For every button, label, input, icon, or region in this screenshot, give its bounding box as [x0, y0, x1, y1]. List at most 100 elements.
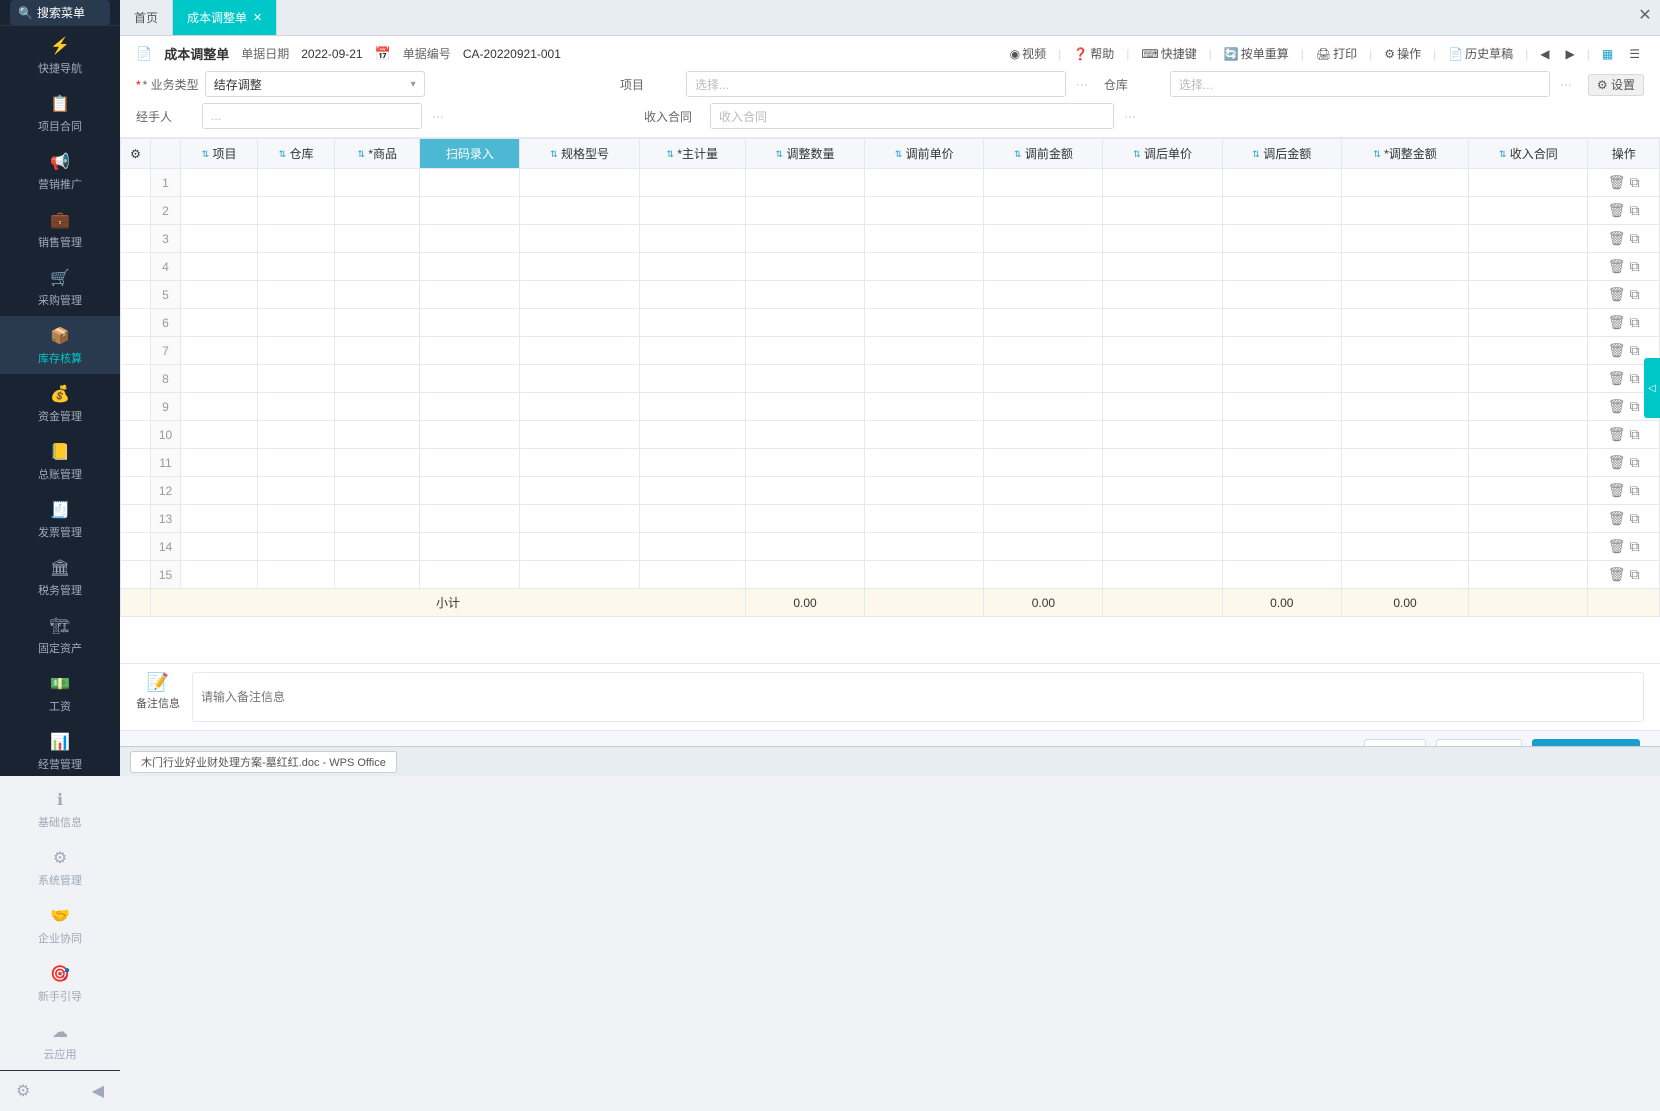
- row-adj-qty-cell[interactable]: [745, 561, 864, 589]
- sidebar-item-6[interactable]: 💰资金管理: [0, 374, 120, 432]
- row-prev-amount-cell[interactable]: [984, 309, 1103, 337]
- row-product-cell[interactable]: [335, 169, 420, 197]
- row-project-cell[interactable]: [181, 449, 258, 477]
- row-prev-unit-price-cell[interactable]: [865, 309, 984, 337]
- row-project-cell[interactable]: [181, 393, 258, 421]
- row-copy-icon[interactable]: ⧉: [1630, 230, 1640, 247]
- row-after-unit-price-cell[interactable]: [1103, 309, 1222, 337]
- action-recalc[interactable]: 🔄 按单重算: [1220, 45, 1293, 62]
- row-copy-icon[interactable]: ⧉: [1630, 454, 1640, 471]
- row-warehouse-cell[interactable]: [258, 225, 335, 253]
- row-after-amount-cell[interactable]: [1222, 365, 1341, 393]
- row-after-unit-price-cell[interactable]: [1103, 169, 1222, 197]
- row-warehouse-cell[interactable]: [258, 449, 335, 477]
- row-project-cell[interactable]: [181, 225, 258, 253]
- row-project-cell[interactable]: [181, 197, 258, 225]
- row-delete-icon[interactable]: 🗑: [1608, 398, 1626, 415]
- row-product-cell[interactable]: [335, 393, 420, 421]
- row-warehouse-cell[interactable]: [258, 169, 335, 197]
- row-delete-icon[interactable]: 🗑: [1608, 342, 1626, 359]
- row-scan-cell[interactable]: [420, 365, 520, 393]
- row-adj-qty-cell[interactable]: [745, 505, 864, 533]
- row-prev-unit-price-cell[interactable]: [865, 281, 984, 309]
- row-prev-unit-price-cell[interactable]: [865, 421, 984, 449]
- row-after-unit-price-cell[interactable]: [1103, 533, 1222, 561]
- row-scan-cell[interactable]: [420, 393, 520, 421]
- row-income-contract-cell[interactable]: [1469, 449, 1588, 477]
- sidebar-item-4[interactable]: 🛒采购管理: [0, 258, 120, 316]
- row-prev-unit-price-cell[interactable]: [865, 337, 984, 365]
- row-prev-unit-price-cell[interactable]: [865, 393, 984, 421]
- row-spec-cell[interactable]: [520, 281, 639, 309]
- row-product-cell[interactable]: [335, 337, 420, 365]
- row-spec-cell[interactable]: [520, 169, 639, 197]
- row-unit-cell[interactable]: [639, 477, 745, 505]
- row-income-contract-cell[interactable]: [1469, 533, 1588, 561]
- action-help[interactable]: ❓ 帮助: [1069, 45, 1118, 62]
- row-spec-cell[interactable]: [520, 253, 639, 281]
- right-edge-button[interactable]: ◁: [1644, 358, 1660, 418]
- row-scan-cell[interactable]: [420, 197, 520, 225]
- row-scan-cell[interactable]: [420, 533, 520, 561]
- row-delete-icon[interactable]: 🗑: [1608, 538, 1626, 555]
- sort-warehouse[interactable]: ⇅: [279, 149, 287, 160]
- row-income-contract-cell[interactable]: [1469, 197, 1588, 225]
- sidebar-item-7[interactable]: 📒总账管理: [0, 432, 120, 490]
- row-warehouse-cell[interactable]: [258, 533, 335, 561]
- row-adj-amount-cell[interactable]: [1341, 281, 1468, 309]
- row-project-cell[interactable]: [181, 365, 258, 393]
- row-warehouse-cell[interactable]: [258, 561, 335, 589]
- window-close-button[interactable]: ✕: [1630, 0, 1660, 30]
- row-adj-qty-cell[interactable]: [745, 197, 864, 225]
- sort-prev-amount[interactable]: ⇅: [1014, 149, 1022, 160]
- sort-income-contract[interactable]: ⇅: [1499, 149, 1507, 160]
- row-delete-icon[interactable]: 🗑: [1608, 566, 1626, 583]
- row-adj-amount-cell[interactable]: [1341, 169, 1468, 197]
- row-after-unit-price-cell[interactable]: [1103, 337, 1222, 365]
- action-print[interactable]: 🖨 打印: [1312, 45, 1361, 62]
- sort-product[interactable]: ⇅: [357, 149, 365, 160]
- row-after-amount-cell[interactable]: [1222, 561, 1341, 589]
- row-delete-icon[interactable]: 🗑: [1608, 174, 1626, 191]
- row-income-contract-cell[interactable]: [1469, 169, 1588, 197]
- row-adj-qty-cell[interactable]: [745, 169, 864, 197]
- sort-unit[interactable]: ⇅: [666, 149, 674, 160]
- row-prev-unit-price-cell[interactable]: [865, 365, 984, 393]
- action-shortcut[interactable]: ⌨ 快捷键: [1137, 45, 1200, 62]
- row-scan-cell[interactable]: [420, 225, 520, 253]
- date-value[interactable]: 2022-09-21: [301, 47, 362, 61]
- row-prev-amount-cell[interactable]: [984, 337, 1103, 365]
- row-scan-cell[interactable]: [420, 309, 520, 337]
- col-scan[interactable]: 扫码录入: [420, 139, 520, 169]
- row-delete-icon[interactable]: 🗑: [1608, 286, 1626, 303]
- row-after-amount-cell[interactable]: [1222, 337, 1341, 365]
- row-adj-amount-cell[interactable]: [1341, 253, 1468, 281]
- sidebar-item-17[interactable]: ☁云应用: [0, 1012, 120, 1070]
- row-warehouse-cell[interactable]: [258, 197, 335, 225]
- row-warehouse-cell[interactable]: [258, 253, 335, 281]
- row-after-unit-price-cell[interactable]: [1103, 281, 1222, 309]
- row-delete-icon[interactable]: 🗑: [1608, 230, 1626, 247]
- row-warehouse-cell[interactable]: [258, 337, 335, 365]
- row-unit-cell[interactable]: [639, 225, 745, 253]
- sort-spec[interactable]: ⇅: [550, 149, 558, 160]
- sidebar-item-11[interactable]: 💵工资: [0, 664, 120, 722]
- row-adj-amount-cell[interactable]: [1341, 533, 1468, 561]
- row-spec-cell[interactable]: [520, 365, 639, 393]
- row-warehouse-cell[interactable]: [258, 477, 335, 505]
- row-after-unit-price-cell[interactable]: [1103, 561, 1222, 589]
- row-after-unit-price-cell[interactable]: [1103, 393, 1222, 421]
- row-after-unit-price-cell[interactable]: [1103, 253, 1222, 281]
- row-copy-icon[interactable]: ⧉: [1630, 566, 1640, 583]
- row-prev-unit-price-cell[interactable]: [865, 225, 984, 253]
- income-contract-input[interactable]: 收入合同: [710, 103, 1114, 129]
- row-unit-cell[interactable]: [639, 253, 745, 281]
- row-delete-icon[interactable]: 🗑: [1608, 426, 1626, 443]
- row-after-amount-cell[interactable]: [1222, 533, 1341, 561]
- row-product-cell[interactable]: [335, 533, 420, 561]
- row-after-amount-cell[interactable]: [1222, 225, 1341, 253]
- row-adj-amount-cell[interactable]: [1341, 225, 1468, 253]
- row-adj-amount-cell[interactable]: [1341, 309, 1468, 337]
- sidebar-item-0[interactable]: ⚡快捷导航: [0, 26, 120, 84]
- row-spec-cell[interactable]: [520, 337, 639, 365]
